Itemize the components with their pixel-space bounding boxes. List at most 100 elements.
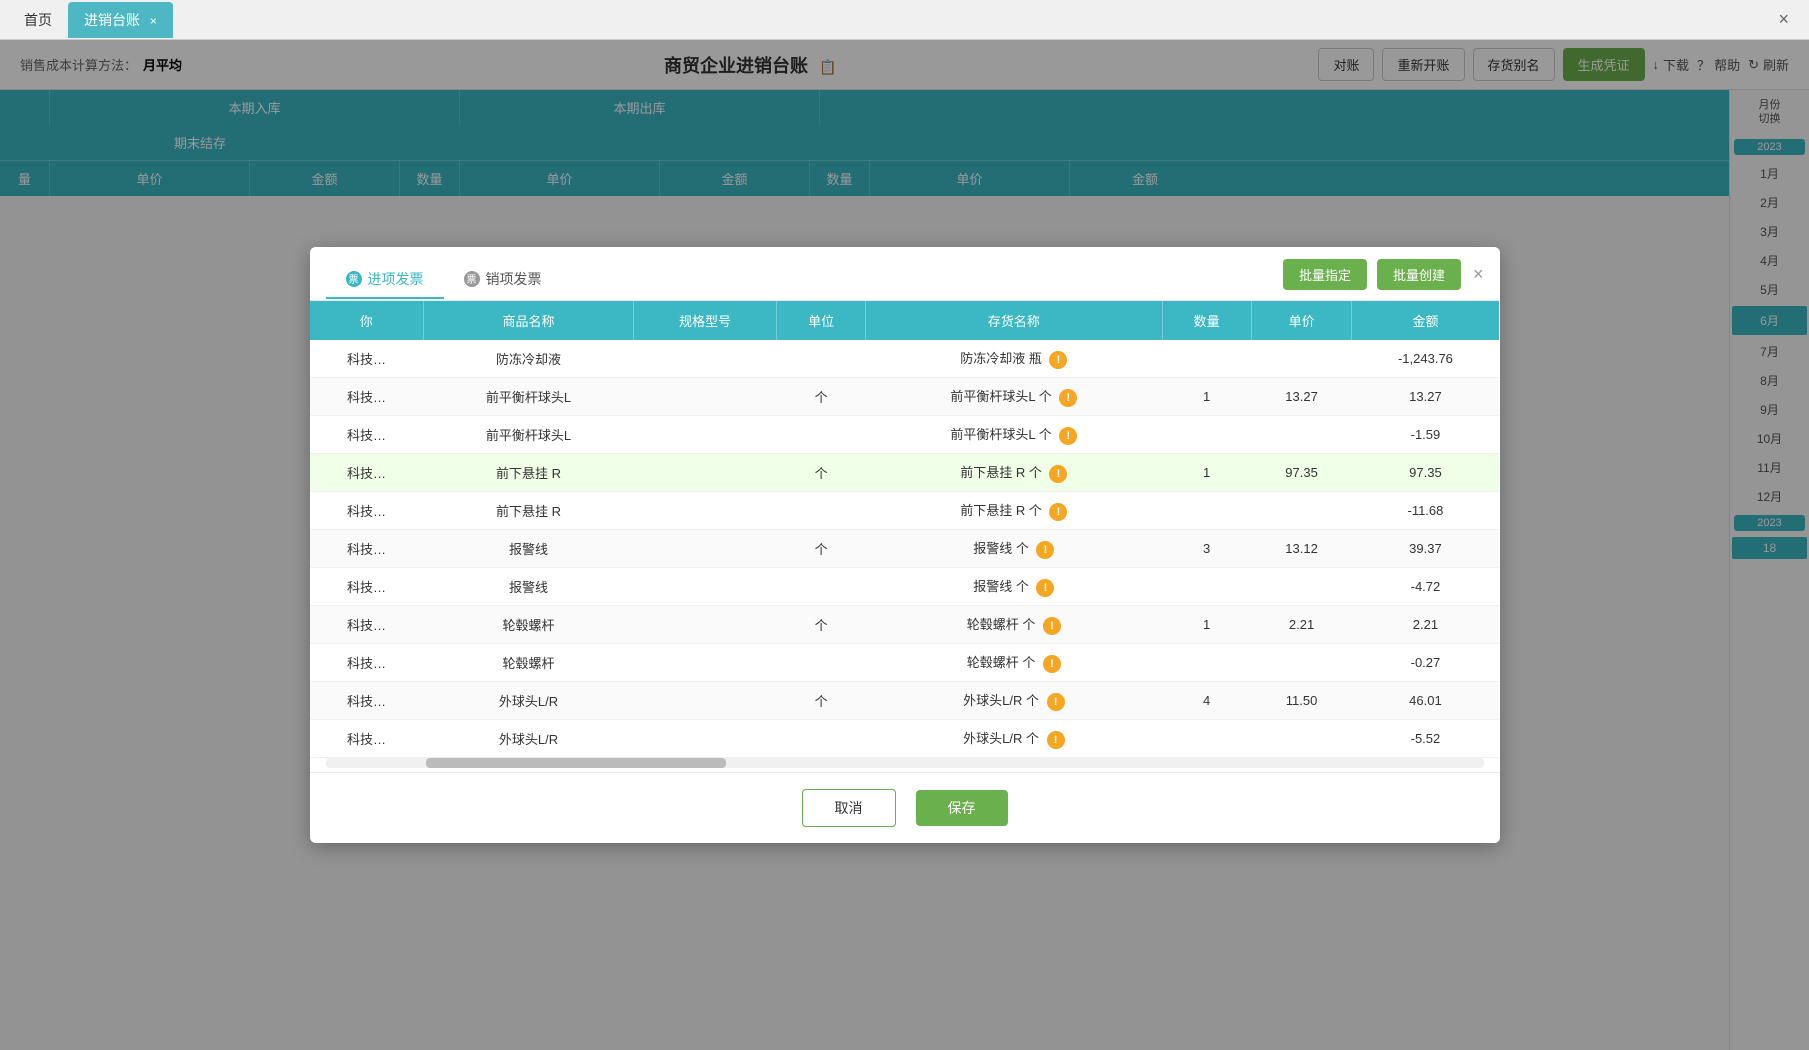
cell-stock-name: 前下悬挂 R 个 ! [866,492,1162,530]
cell-stock-name: 外球头L/R 个 ! [866,682,1162,720]
cell-spec [633,606,776,644]
cell-unit [776,416,865,454]
col-amount: 金额 [1352,301,1499,340]
col-spec: 规格型号 [633,301,776,340]
cell-company: 科技… [310,492,424,530]
cell-qty: 1 [1162,378,1251,416]
tab-bar: 首页 进销台账 × × [0,0,1809,40]
tab-outgoing-invoice[interactable]: 票 销项发票 [444,261,562,299]
table-row[interactable]: 科技… 报警线 报警线 个 ! -4.72 [310,568,1500,606]
cell-spec [633,454,776,492]
incoming-invoice-icon: 票 [346,271,362,287]
cell-unit-price [1251,340,1352,378]
warn-icon: ! [1047,731,1065,749]
cell-unit-price: 13.27 [1251,378,1352,416]
col-company: 你 [310,301,424,340]
cell-product-name: 报警线 [424,530,634,568]
cell-product-name: 前下悬挂 R [424,492,634,530]
cell-amount: -1.59 [1352,416,1499,454]
tab-ledger[interactable]: 进销台账 × [68,2,173,38]
batch-create-button[interactable]: 批量创建 [1377,259,1461,290]
warn-icon: ! [1059,389,1077,407]
cell-company: 科技… [310,682,424,720]
cell-product-name: 外球头L/R [424,720,634,758]
warn-icon: ! [1047,693,1065,711]
table-row[interactable]: 科技… 轮毂螺杆 轮毂螺杆 个 ! -0.27 [310,644,1500,682]
modal-tabs: 票 进项发票 票 销项发票 [326,261,1283,299]
modal-header-actions: 批量指定 批量创建 [1283,259,1461,300]
cell-unit-price: 97.35 [1251,454,1352,492]
cell-unit [776,644,865,682]
table-row[interactable]: 科技… 外球头L/R 外球头L/R 个 ! -5.52 [310,720,1500,758]
horizontal-scrollbar[interactable] [326,758,1484,768]
cell-qty: 1 [1162,606,1251,644]
table-row[interactable]: 科技… 前平衡杆球头L 前平衡杆球头L 个 ! -1.59 [310,416,1500,454]
save-button[interactable]: 保存 [916,790,1008,826]
cell-product-name: 轮毂螺杆 [424,644,634,682]
cell-stock-name: 报警线 个 ! [866,568,1162,606]
warn-icon: ! [1043,655,1061,673]
cell-product-name: 前下悬挂 R [424,454,634,492]
modal-overlay: 票 进项发票 票 销项发票 批量指定 批量创建 × [0,40,1809,1050]
cell-stock-name: 前平衡杆球头L 个 ! [866,416,1162,454]
cell-product-name: 前平衡杆球头L [424,378,634,416]
cell-amount: -5.52 [1352,720,1499,758]
cell-amount: -0.27 [1352,644,1499,682]
table-row[interactable]: 科技… 防冻冷却液 防冻冷却液 瓶 ! -1,243.76 [310,340,1500,378]
cell-company: 科技… [310,416,424,454]
cell-qty [1162,568,1251,606]
cell-qty [1162,492,1251,530]
warn-icon: ! [1059,427,1077,445]
table-row[interactable]: 科技… 前平衡杆球头L 个 前平衡杆球头L 个 ! 1 13.27 13.27 [310,378,1500,416]
cell-stock-name: 防冻冷却液 瓶 ! [866,340,1162,378]
col-unit: 单位 [776,301,865,340]
cell-qty [1162,644,1251,682]
cell-stock-name: 前下悬挂 R 个 ! [866,454,1162,492]
table-row[interactable]: 科技… 前下悬挂 R 个 前下悬挂 R 个 ! 1 97.35 97.35 [310,454,1500,492]
cell-unit-price: 11.50 [1251,682,1352,720]
cell-unit-price [1251,720,1352,758]
cell-company: 科技… [310,340,424,378]
cell-unit [776,568,865,606]
col-product-name: 商品名称 [424,301,634,340]
cell-unit-price [1251,492,1352,530]
tab-close-icon[interactable]: × [150,14,157,28]
cell-qty [1162,720,1251,758]
cell-unit [776,492,865,530]
cell-amount: -1,243.76 [1352,340,1499,378]
col-stock-name: 存货名称 [866,301,1162,340]
cell-amount: -11.68 [1352,492,1499,530]
batch-assign-button[interactable]: 批量指定 [1283,259,1367,290]
cell-unit: 个 [776,682,865,720]
cell-company: 科技… [310,454,424,492]
tab-home[interactable]: 首页 [8,2,68,38]
cell-amount: 97.35 [1352,454,1499,492]
cell-stock-name: 轮毂螺杆 个 ! [866,644,1162,682]
cell-company: 科技… [310,378,424,416]
cell-product-name: 外球头L/R [424,682,634,720]
cell-amount: 2.21 [1352,606,1499,644]
scrollbar-thumb[interactable] [426,758,726,768]
cell-spec [633,682,776,720]
cell-company: 科技… [310,720,424,758]
window-close-button[interactable]: × [1766,9,1801,30]
cell-product-name: 报警线 [424,568,634,606]
outgoing-invoice-icon: 票 [464,271,480,287]
warn-icon: ! [1036,579,1054,597]
table-row[interactable]: 科技… 外球头L/R 个 外球头L/R 个 ! 4 11.50 46.01 [310,682,1500,720]
cell-product-name: 前平衡杆球头L [424,416,634,454]
cell-stock-name: 外球头L/R 个 ! [866,720,1162,758]
table-row[interactable]: 科技… 报警线 个 报警线 个 ! 3 13.12 39.37 [310,530,1500,568]
modal-close-button[interactable]: × [1473,264,1484,295]
cell-stock-name: 轮毂螺杆 个 ! [866,606,1162,644]
cell-spec [633,530,776,568]
table-row[interactable]: 科技… 前下悬挂 R 前下悬挂 R 个 ! -11.68 [310,492,1500,530]
tab-incoming-invoice[interactable]: 票 进项发票 [326,261,444,299]
warn-icon: ! [1049,465,1067,483]
table-row[interactable]: 科技… 轮毂螺杆 个 轮毂螺杆 个 ! 1 2.21 2.21 [310,606,1500,644]
cell-product-name: 轮毂螺杆 [424,606,634,644]
cell-unit-price [1251,416,1352,454]
cell-amount: 13.27 [1352,378,1499,416]
cancel-button[interactable]: 取消 [802,789,896,827]
cell-company: 科技… [310,530,424,568]
